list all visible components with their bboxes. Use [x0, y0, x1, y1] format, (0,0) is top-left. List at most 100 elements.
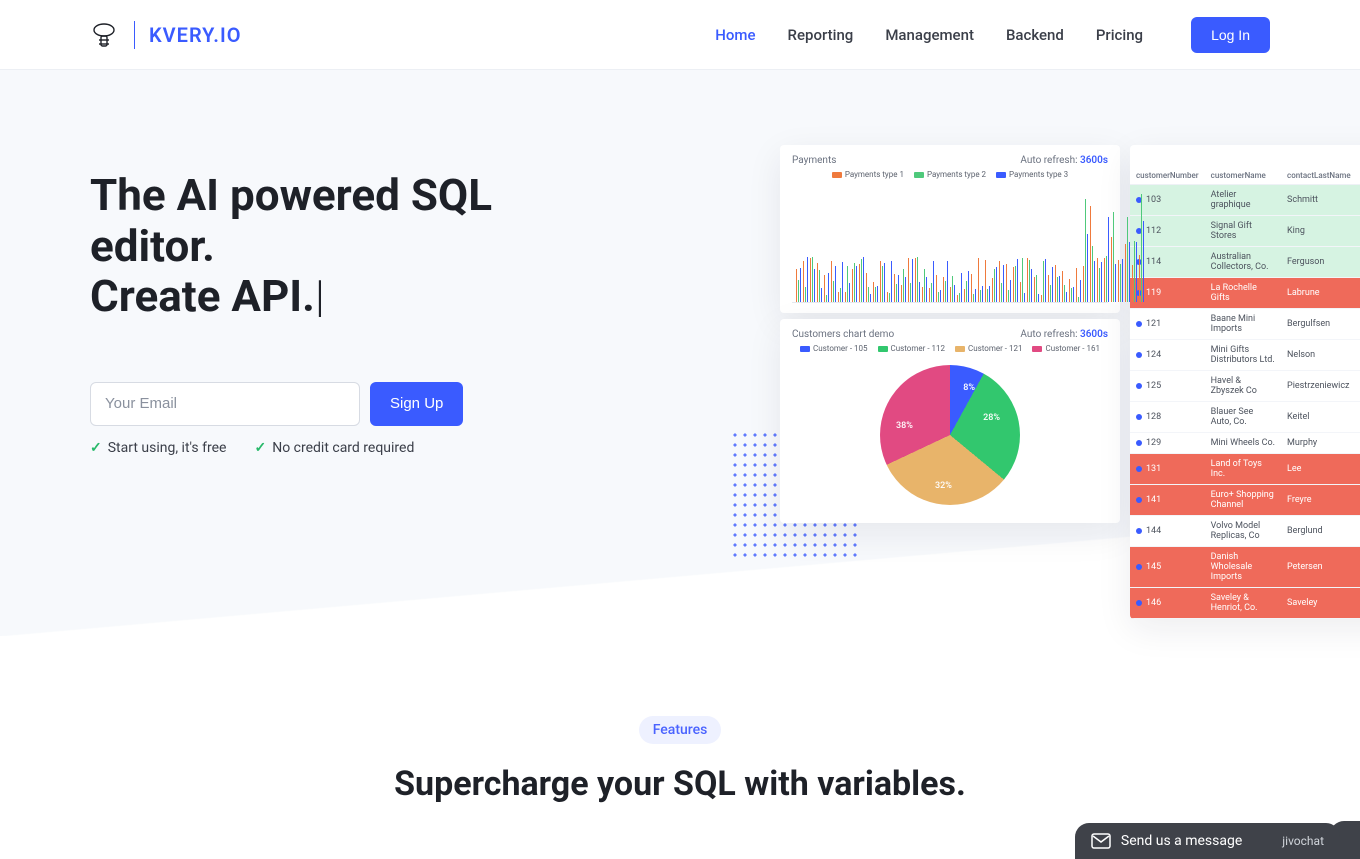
table-cell: Land of Toys Inc.: [1205, 454, 1281, 485]
row-dot-icon: [1136, 440, 1142, 446]
login-button[interactable]: Log In: [1191, 17, 1270, 53]
legend-item: Customer - 112: [878, 344, 945, 353]
pie-chart: 8% 28% 32% 38%: [880, 365, 1020, 505]
nav-link-reporting[interactable]: Reporting: [788, 26, 854, 44]
cloud-db-icon: [90, 20, 120, 50]
row-dot-icon: [1136, 383, 1142, 389]
table-cell: Blauer See Auto, Co.: [1205, 402, 1281, 433]
legend-chip-icon: [832, 172, 842, 178]
table-cell: Mary: [1357, 588, 1360, 619]
legend-item: Customer - 121: [955, 344, 1022, 353]
table-row: 112Signal Gift StoresKingJean7025551838: [1130, 216, 1360, 247]
table-cell: Keitel: [1281, 402, 1357, 433]
features-section: Features Supercharge your SQL with varia…: [0, 636, 1360, 844]
table-cell: Australian Collectors, Co.: [1205, 247, 1281, 278]
autorefresh-label: Auto refresh: 3600s: [1020, 329, 1108, 340]
email-input[interactable]: [90, 382, 360, 426]
mail-icon: [1091, 833, 1111, 849]
chat-brand: jivochat: [1282, 834, 1324, 848]
table-cell: Atelier graphique: [1205, 185, 1281, 216]
table-row: 125Havel & Zbyszek CoPiestrzeniewiczZbys…: [1130, 371, 1360, 402]
signup-button[interactable]: Sign Up: [370, 382, 463, 426]
table-row: 124Mini Gifts Distributors Ltd.NelsonSus…: [1130, 340, 1360, 371]
benefit-item: ✓ No credit card required: [254, 440, 414, 456]
hero-highlight-ai: AI: [177, 170, 219, 221]
preview-bar-chart-card: Payments Auto refresh: 3600s Payments ty…: [780, 145, 1120, 313]
autorefresh-label: Auto refresh: 3600s: [1020, 155, 1108, 166]
preview-data-table: Search: customerNumbercustomerNamecontac…: [1130, 145, 1360, 619]
table-cell: Danish Wholesale Imports: [1205, 547, 1281, 588]
table-cell: 121: [1130, 309, 1205, 340]
table-row: 146Saveley & Henriot, Co.SaveleyMary78.3…: [1130, 588, 1360, 619]
legend-item: Customer - 161: [1032, 344, 1099, 353]
table-row: 119La Rochelle GiftsLabruneJanine40.67.8…: [1130, 278, 1360, 309]
chart-title: Customers chart demo: [792, 329, 894, 340]
legend-chip-icon: [878, 346, 888, 352]
legend-item: Payments type 1: [832, 170, 904, 179]
hero-highlight-create: Create: [90, 271, 220, 322]
table-row: 121Baane Mini ImportsBergulfsenJonas07-9…: [1130, 309, 1360, 340]
benefits-row: ✓ Start using, it's free ✓ No credit car…: [90, 440, 610, 456]
table-cell: Lee: [1281, 454, 1357, 485]
logo-separator: [134, 21, 135, 49]
table-cell: Saveley & Henriot, Co.: [1205, 588, 1281, 619]
table-cell: King: [1281, 216, 1357, 247]
check-icon: ✓: [254, 440, 266, 456]
table-row: 103Atelier graphiqueSchmittCarine40.32.2…: [1130, 185, 1360, 216]
row-dot-icon: [1136, 564, 1142, 570]
chart-legend: Payments type 1Payments type 2Payments t…: [792, 170, 1108, 179]
legend-chip-icon: [914, 172, 924, 178]
row-dot-icon: [1136, 497, 1142, 503]
table-cell: Roland: [1357, 402, 1360, 433]
table-cell: Murphy: [1281, 433, 1357, 454]
typing-cursor: |: [315, 270, 325, 322]
benefit-text: No credit card required: [272, 440, 414, 456]
table-header: contactFirstName: [1357, 167, 1360, 185]
logo[interactable]: KVERY.IO: [90, 20, 242, 50]
table-cell: Susan: [1357, 340, 1360, 371]
table-cell: Ferguson: [1281, 247, 1357, 278]
nav-link-pricing[interactable]: Pricing: [1096, 26, 1143, 44]
table-cell: Signal Gift Stores: [1205, 216, 1281, 247]
nav-link-home[interactable]: Home: [715, 26, 755, 44]
bar-chart: [792, 183, 1108, 303]
table-row: 144Volvo Model Replicas, CoBerglundChris…: [1130, 516, 1360, 547]
legend-chip-icon: [996, 172, 1006, 178]
nav-links: Home Reporting Management Backend Pricing: [715, 26, 1143, 44]
table-cell: Zbyszek: [1357, 371, 1360, 402]
table-cell: Petersen: [1281, 547, 1357, 588]
chat-widget[interactable]: Send us a message jivochat: [1075, 823, 1340, 859]
legend-item: Payments type 2: [914, 170, 986, 179]
row-dot-icon: [1136, 352, 1142, 358]
table-cell: 124: [1130, 340, 1205, 371]
table-cell: Labrune: [1281, 278, 1357, 309]
top-nav: KVERY.IO Home Reporting Management Backend P…: [0, 0, 1360, 70]
table-cell: Christina: [1357, 516, 1360, 547]
table-cell: Jytte: [1357, 547, 1360, 588]
check-icon: ✓: [90, 440, 102, 456]
table-cell: Havel & Zbyszek Co: [1205, 371, 1281, 402]
table-cell: Schmitt: [1281, 185, 1357, 216]
table-row: 141Euro+ Shopping ChannelFreyreDiego(91)…: [1130, 485, 1360, 516]
table-row: 128Blauer See Auto, Co.KeitelRoland+49 6…: [1130, 402, 1360, 433]
table-cell: Jean: [1357, 216, 1360, 247]
legend-chip-icon: [800, 346, 810, 352]
nav-link-backend[interactable]: Backend: [1006, 26, 1064, 44]
table-cell: Kwai: [1357, 454, 1360, 485]
row-dot-icon: [1136, 528, 1142, 534]
features-title: Supercharge your SQL with variables.: [0, 764, 1360, 804]
table-cell: 144: [1130, 516, 1205, 547]
table-row: 129Mini Wheels Co.MurphyJulie6505555787: [1130, 433, 1360, 454]
nav-link-management[interactable]: Management: [885, 26, 974, 44]
features-pill: Features: [639, 716, 722, 744]
table-cell: Carine: [1357, 185, 1360, 216]
dashboard-preview: Payments Auto refresh: 3600s Payments ty…: [780, 145, 1360, 619]
table-cell: Mini Gifts Distributors Ltd.: [1205, 340, 1281, 371]
table-cell: 128: [1130, 402, 1205, 433]
hero-title: The AI powered SQL editor. Create API.|: [90, 170, 610, 322]
table-cell: 129: [1130, 433, 1205, 454]
table-cell: Piestrzeniewicz: [1281, 371, 1357, 402]
table-cell: Freyre: [1281, 485, 1357, 516]
table-cell: 145: [1130, 547, 1205, 588]
row-dot-icon: [1136, 414, 1142, 420]
